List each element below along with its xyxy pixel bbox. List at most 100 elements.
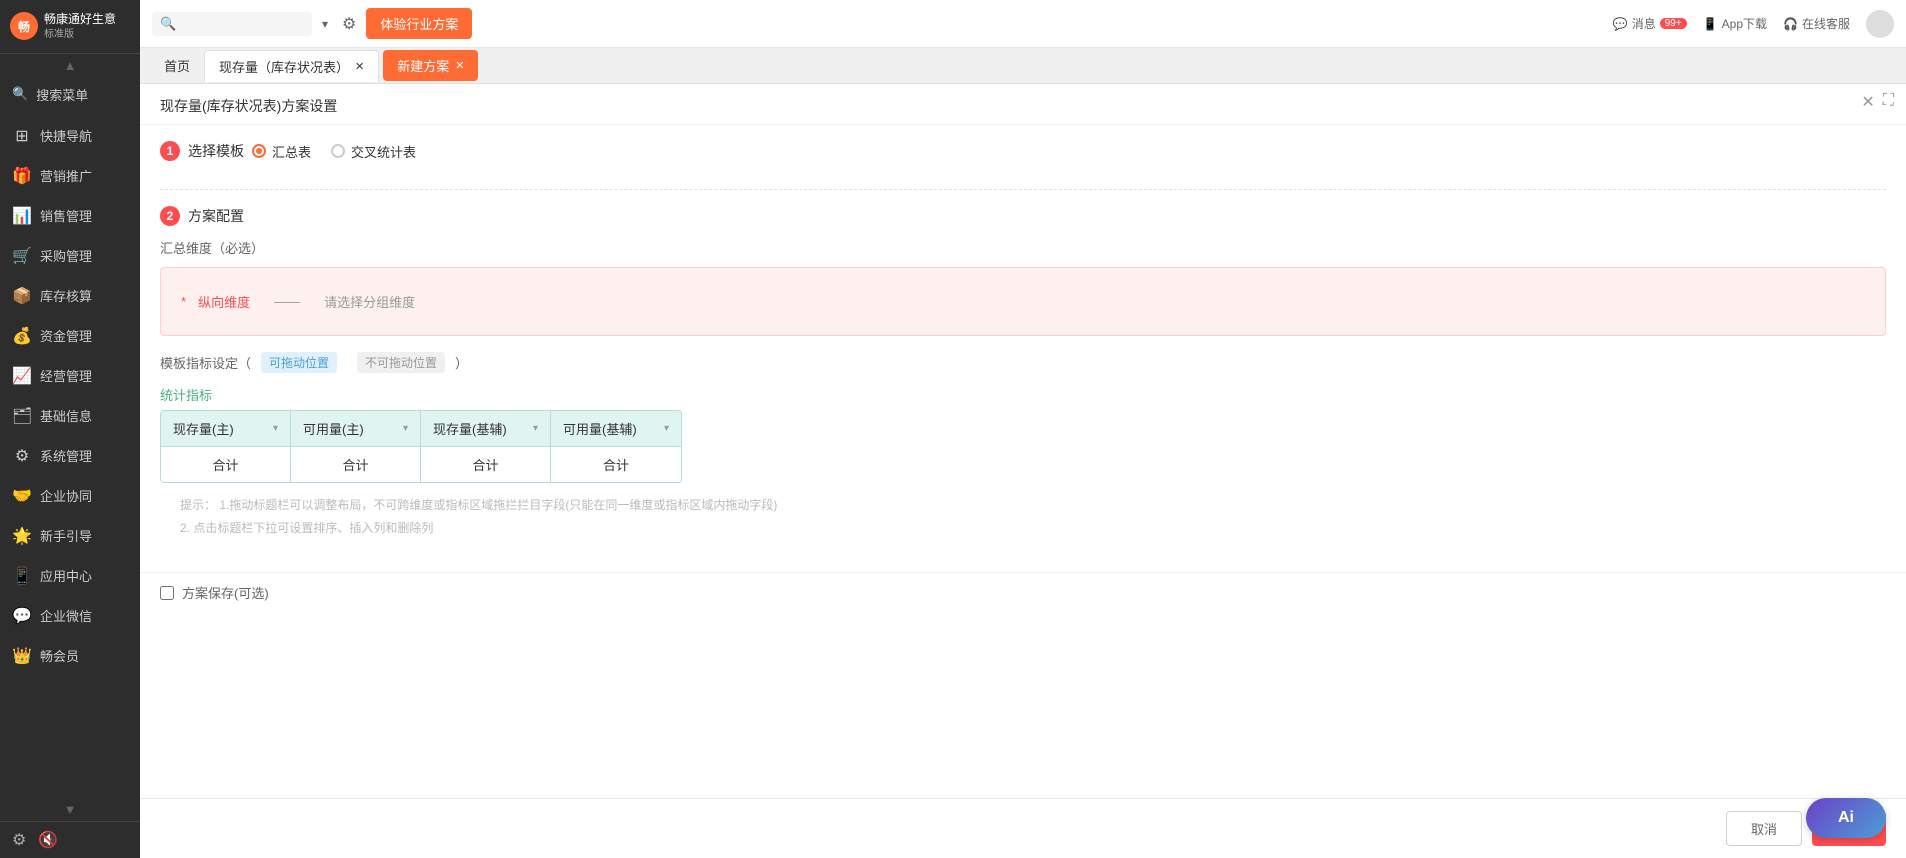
sidebar-item-marketing[interactable]: 🎁 营销推广: [0, 156, 140, 196]
indicator-settings-label: 模板指标设定（ 可拖动位置 不可拖动位置 ）: [160, 352, 1886, 373]
topbar-search-box[interactable]: 🔍: [152, 12, 312, 36]
settings-bottom-icon[interactable]: ⚙: [12, 830, 26, 850]
logo-text: 畅康通好生意 标准版: [44, 12, 116, 41]
sidebar-nav: ⊞ 快捷导航 🎁 营销推广 📊 销售管理 🛒 采购管理 📦 库存核算 💰 资金管…: [0, 112, 140, 798]
topbar-dropdown-btn[interactable]: ▾: [322, 17, 328, 31]
tab-new-plan-close[interactable]: ✕: [455, 59, 464, 72]
sidebar-item-member[interactable]: 👑 畅会员: [0, 636, 140, 676]
sales-icon: 📊: [12, 206, 32, 226]
stats-col-label-0: 现存量(主): [173, 419, 234, 438]
sidebar-item-inventory[interactable]: 📦 库存核算: [0, 276, 140, 316]
topbar-msg[interactable]: 💬 消息 99+: [1613, 15, 1687, 32]
newbie-icon: 🌟: [12, 526, 32, 546]
sidebar-search-item[interactable]: 🔍 搜索菜单: [0, 77, 140, 112]
msg-icon: 💬: [1613, 17, 1628, 31]
radio-summary-label: 汇总表: [272, 142, 311, 161]
app-icon: 📱: [1703, 17, 1718, 31]
sidebar-item-system[interactable]: ⚙ 系统管理: [0, 436, 140, 476]
sidebar-item-label: 新手引导: [40, 526, 92, 545]
sidebar-item-sales[interactable]: 📊 销售管理: [0, 196, 140, 236]
sidebar-item-label: 经营管理: [40, 366, 92, 385]
cancel-button[interactable]: 取消: [1726, 811, 1802, 846]
trial-btn[interactable]: 体验行业方案: [366, 8, 472, 39]
sidebar-logo: 畅 畅康通好生意 标准版: [0, 0, 140, 54]
col-chevron-1[interactable]: ▾: [403, 423, 408, 434]
radio-cross-circle: [331, 144, 345, 158]
sidebar-item-label: 企业微信: [40, 606, 92, 625]
save-label: 方案保存(可选): [182, 583, 269, 602]
stats-cell-1: 合计: [291, 447, 421, 482]
sidebar-item-coop[interactable]: 🤝 企业协同: [0, 476, 140, 516]
step1-section: 1 选择模板 汇总表 交叉统计表: [140, 125, 1906, 189]
topbar-search-icon: 🔍: [160, 16, 176, 32]
col-chevron-2[interactable]: ▾: [533, 423, 538, 434]
wechat-icon: 💬: [12, 606, 32, 626]
app-center-icon: 📱: [12, 566, 32, 586]
col-chevron-0[interactable]: ▾: [273, 423, 278, 434]
sidebar-scroll-up[interactable]: ▲: [0, 54, 140, 77]
radio-summary[interactable]: 汇总表: [252, 142, 311, 161]
coop-icon: 🤝: [12, 486, 32, 506]
stats-col-3[interactable]: 可用量(基辅) ▾: [551, 411, 681, 446]
radio-cross-label: 交叉统计表: [351, 142, 416, 161]
marketing-icon: 🎁: [12, 166, 32, 186]
quick-nav-icon: ⊞: [12, 126, 32, 146]
col-chevron-3[interactable]: ▾: [664, 423, 669, 434]
stats-col-1[interactable]: 可用量(主) ▾: [291, 411, 421, 446]
stats-col-0[interactable]: 现存量(主) ▾: [161, 411, 291, 446]
save-checkbox[interactable]: [160, 586, 174, 600]
tab-new-plan[interactable]: 新建方案 ✕: [383, 50, 478, 81]
operation-icon: 📈: [12, 366, 32, 386]
tab-home[interactable]: 首页: [150, 50, 204, 81]
tab-inventory-close[interactable]: ✕: [355, 60, 364, 73]
sound-bottom-icon[interactable]: 🔇: [38, 830, 58, 850]
sidebar-item-label: 销售管理: [40, 206, 92, 225]
window-close-btn[interactable]: ✕: [1861, 92, 1874, 112]
step1-label: 1 选择模板 汇总表 交叉统计表: [160, 141, 1886, 161]
sidebar-item-label: 资金管理: [40, 326, 92, 345]
summary-dimension-label: 汇总维度（必选）: [160, 238, 1886, 257]
dimension-dash: ——: [274, 294, 300, 309]
sidebar-item-newbie[interactable]: 🌟 新手引导: [0, 516, 140, 556]
step2-label: 2 方案配置: [160, 206, 1886, 226]
sidebar-item-quick-nav[interactable]: ⊞ 快捷导航: [0, 116, 140, 156]
sidebar-item-finance[interactable]: 💰 资金管理: [0, 316, 140, 356]
sidebar: 畅 畅康通好生意 标准版 ▲ 🔍 搜索菜单 ⊞ 快捷导航 🎁 营销推广 📊 销售…: [0, 0, 140, 858]
stats-cell-2: 合计: [421, 447, 551, 482]
stats-col-2[interactable]: 现存量(基辅) ▾: [421, 411, 551, 446]
topbar-avatar[interactable]: [1866, 10, 1894, 38]
service-label: 在线客服: [1802, 15, 1850, 32]
radio-cross[interactable]: 交叉统计表: [331, 142, 416, 161]
sidebar-item-label: 畅会员: [40, 646, 79, 665]
sidebar-search-label: 搜索菜单: [36, 85, 88, 104]
tip-item-0: 1.拖动标题栏可以调整布局，不可跨维度或指标区域拖拦拦目字段(只能在同一维度或指…: [219, 498, 777, 512]
sidebar-item-label: 营销推广: [40, 166, 92, 185]
member-icon: 👑: [12, 646, 32, 666]
sidebar-item-wechat[interactable]: 💬 企业微信: [0, 596, 140, 636]
tab-new-plan-label: 新建方案: [397, 56, 449, 75]
sidebar-item-purchase[interactable]: 🛒 采购管理: [0, 236, 140, 276]
topbar-app-download[interactable]: 📱 App下载: [1703, 15, 1767, 32]
tabbar: 首页 现存量（库存状况表） ✕ 新建方案 ✕: [140, 48, 1906, 84]
topbar-gear-icon[interactable]: ⚙: [342, 14, 356, 34]
sidebar-item-operation[interactable]: 📈 经营管理: [0, 356, 140, 396]
content-area: ✕ ⛶ 现存量(库存状况表)方案设置 1 选择模板 汇总表: [140, 84, 1906, 798]
window-expand-btn[interactable]: ⛶: [1883, 92, 1894, 112]
dimension-placeholder[interactable]: 请选择分组维度: [324, 292, 415, 311]
app-label: App下载: [1722, 15, 1767, 32]
topbar-service[interactable]: 🎧 在线客服: [1783, 15, 1850, 32]
sidebar-item-label: 应用中心: [40, 566, 92, 585]
logo-icon: 畅: [10, 12, 38, 40]
step1-num: 1: [160, 141, 180, 161]
step2-text: 方案配置: [188, 206, 244, 226]
tip-item-1: 2. 点击标题栏下拉可设置排序、插入列和删除列: [180, 519, 1866, 536]
sidebar-scroll-down[interactable]: ▼: [0, 798, 140, 821]
sidebar-item-basic-info[interactable]: 🗂 基础信息: [0, 396, 140, 436]
stats-col-label-1: 可用量(主): [303, 419, 364, 438]
tab-inventory[interactable]: 现存量（库存状况表） ✕: [204, 50, 379, 82]
sidebar-item-app-center[interactable]: 📱 应用中心: [0, 556, 140, 596]
sidebar-item-label: 企业协同: [40, 486, 92, 505]
ai-fab-button[interactable]: Ai: [1806, 798, 1886, 838]
topbar-search-input[interactable]: [182, 17, 262, 31]
stats-label: 统计指标: [160, 385, 1886, 404]
